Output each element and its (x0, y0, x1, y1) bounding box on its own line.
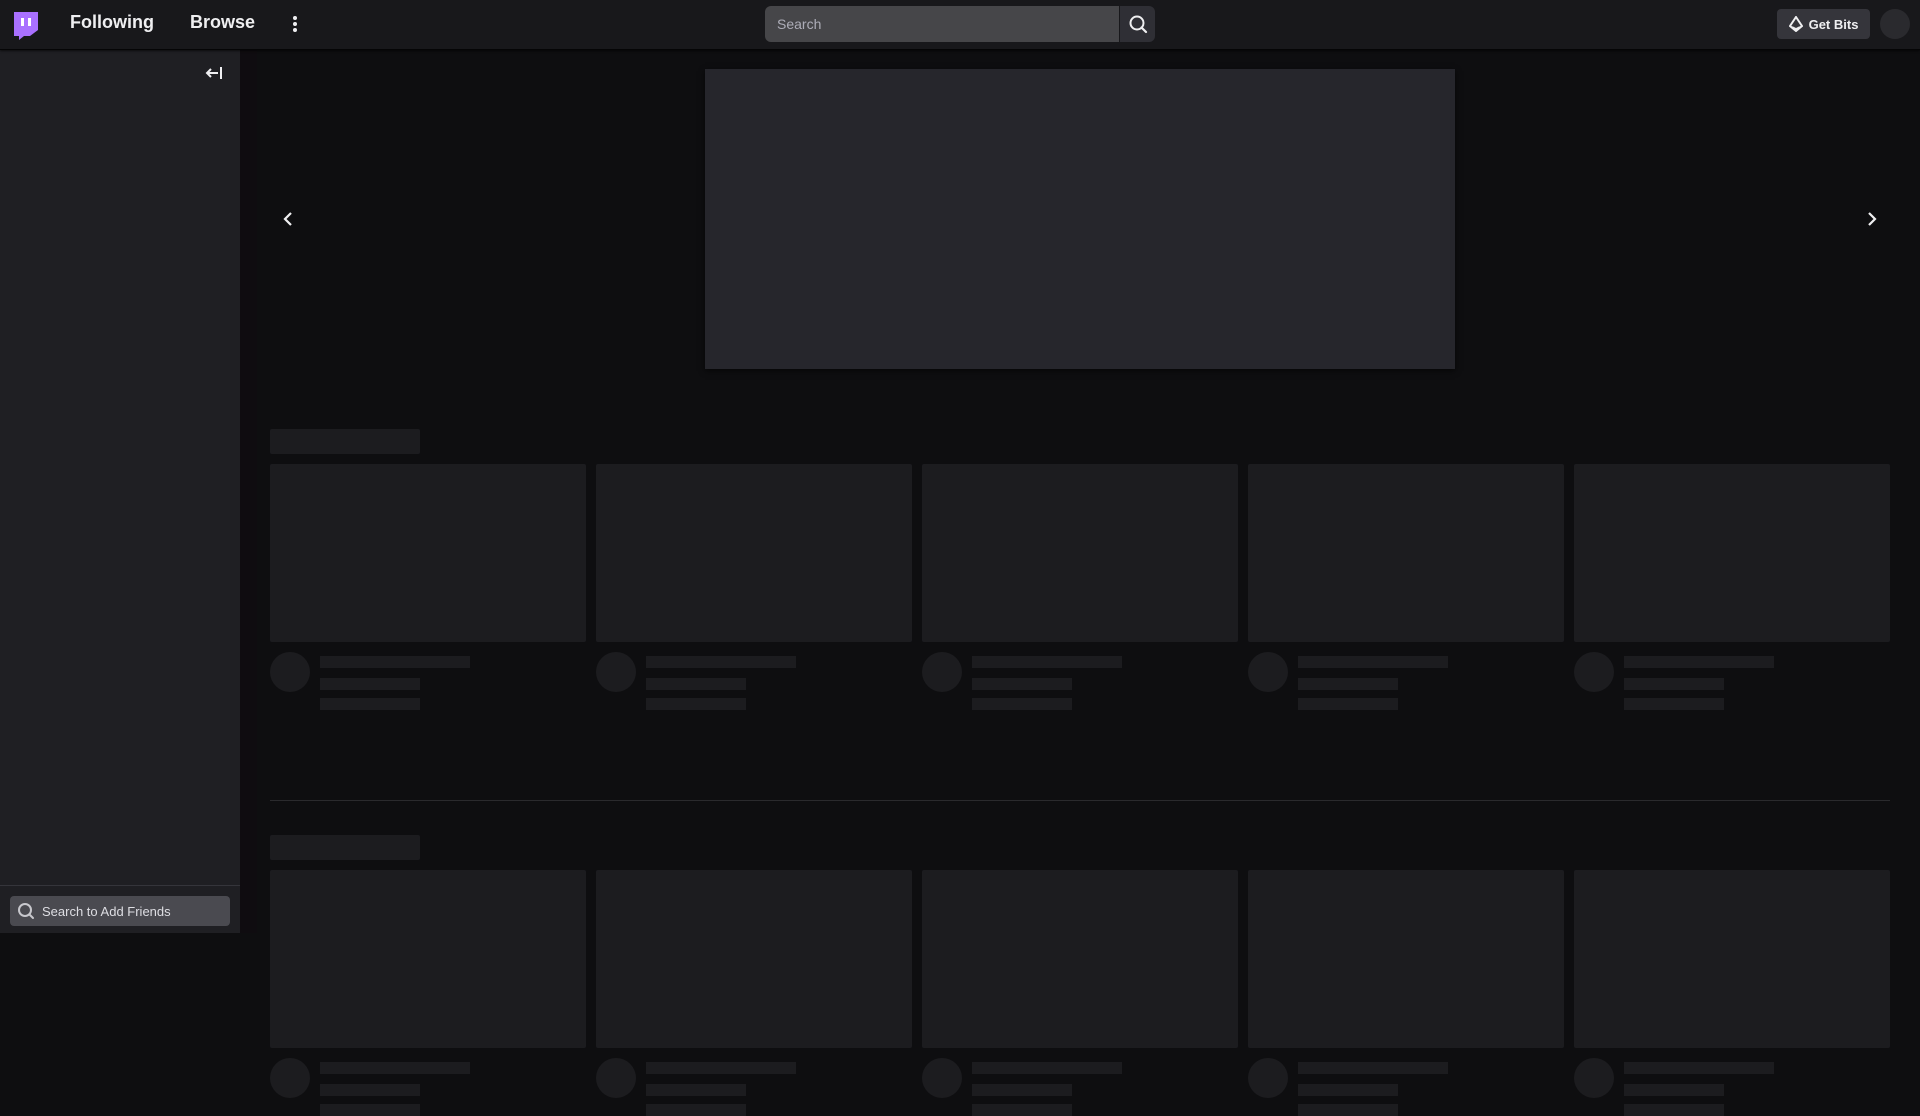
section-heading-skeleton (270, 429, 420, 454)
category-skeleton (1624, 1104, 1724, 1116)
stream-card-thumbnail-skeleton[interactable] (922, 870, 1238, 1048)
friends-search-box (10, 896, 230, 926)
channel-avatar-skeleton (922, 1058, 962, 1098)
carousel-prev-button[interactable] (278, 209, 298, 229)
channel-name-skeleton (1298, 678, 1398, 690)
sidebar-divider (0, 885, 240, 886)
stream-card-thumbnail-skeleton[interactable] (270, 870, 586, 1048)
stream-title-skeleton (646, 1062, 796, 1074)
stream-card-thumbnail-skeleton[interactable] (270, 464, 586, 642)
nav-following[interactable]: Following (70, 12, 154, 33)
channel-avatar-skeleton (596, 1058, 636, 1098)
stream-title-skeleton (320, 1062, 470, 1074)
category-skeleton (1624, 698, 1724, 710)
stream-title-skeleton (646, 656, 796, 668)
stream-card-thumbnail-skeleton[interactable] (922, 464, 1238, 642)
bits-gem-icon (1788, 16, 1803, 32)
stream-title-skeleton (320, 656, 470, 668)
search-input[interactable] (765, 6, 1120, 42)
search-icon (18, 903, 34, 919)
channel-name-skeleton (320, 678, 420, 690)
chevron-left-icon (283, 212, 292, 226)
friends-search-input[interactable] (36, 903, 216, 919)
channel-avatar-skeleton (1248, 1058, 1288, 1098)
sidebar (0, 50, 240, 933)
channel-name-skeleton (1624, 678, 1724, 690)
channel-name-skeleton (646, 1084, 746, 1096)
chevron-right-icon (1868, 212, 1877, 226)
twitch-logo-icon[interactable] (12, 12, 38, 40)
channel-name-skeleton (972, 678, 1072, 690)
stream-title-skeleton (1298, 656, 1448, 668)
category-skeleton (972, 698, 1072, 710)
stream-title-skeleton (972, 656, 1122, 668)
channel-avatar-skeleton (270, 1058, 310, 1098)
stream-title-skeleton (1298, 1062, 1448, 1074)
category-skeleton (972, 1104, 1072, 1116)
stream-card-thumbnail-skeleton[interactable] (596, 870, 912, 1048)
kebab-dot (293, 22, 297, 26)
kebab-dot (293, 28, 297, 32)
get-bits-label: Get Bits (1808, 16, 1859, 32)
user-avatar[interactable] (1880, 9, 1910, 39)
stream-card-thumbnail-skeleton[interactable] (596, 464, 912, 642)
stream-card-thumbnail-skeleton[interactable] (1574, 870, 1890, 1048)
stream-title-skeleton (972, 1062, 1122, 1074)
channel-avatar-skeleton (270, 652, 310, 692)
stream-card-thumbnail-skeleton[interactable] (1574, 464, 1890, 642)
collapse-left-icon (205, 67, 222, 79)
category-skeleton (320, 698, 420, 710)
section-divider (270, 800, 1890, 801)
channel-name-skeleton (320, 1084, 420, 1096)
stream-card-thumbnail-skeleton[interactable] (1248, 464, 1564, 642)
channel-avatar-skeleton (1248, 652, 1288, 692)
search-icon (1129, 15, 1147, 34)
category-skeleton (1298, 1104, 1398, 1116)
search-button[interactable] (1120, 6, 1155, 42)
category-skeleton (646, 698, 746, 710)
channel-avatar-skeleton (1574, 652, 1614, 692)
featured-stream-placeholder[interactable] (705, 69, 1455, 369)
nav-browse[interactable]: Browse (190, 12, 255, 33)
category-skeleton (1298, 698, 1398, 710)
channel-avatar-skeleton (1574, 1058, 1614, 1098)
carousel-next-button[interactable] (1862, 209, 1882, 229)
sidebar-scroll-gutter (240, 50, 257, 933)
channel-name-skeleton (1298, 1084, 1398, 1096)
search-bar (765, 6, 1155, 42)
channel-avatar-skeleton (922, 652, 962, 692)
stream-title-skeleton (1624, 656, 1774, 668)
channel-name-skeleton (646, 678, 746, 690)
category-skeleton (646, 1104, 746, 1116)
category-skeleton (320, 1104, 420, 1116)
channel-name-skeleton (1624, 1084, 1724, 1096)
stream-title-skeleton (1624, 1062, 1774, 1074)
kebab-vertical-icon (293, 16, 297, 20)
stream-card-thumbnail-skeleton[interactable] (1248, 870, 1564, 1048)
get-bits-button[interactable]: Get Bits (1777, 9, 1870, 39)
more-menu-button[interactable] (290, 15, 300, 35)
top-nav-bar: Following Browse Get Bits (0, 0, 1920, 50)
channel-avatar-skeleton (596, 652, 636, 692)
collapse-sidebar-button[interactable] (203, 63, 225, 83)
channel-name-skeleton (972, 1084, 1072, 1096)
section-heading-skeleton (270, 835, 420, 860)
